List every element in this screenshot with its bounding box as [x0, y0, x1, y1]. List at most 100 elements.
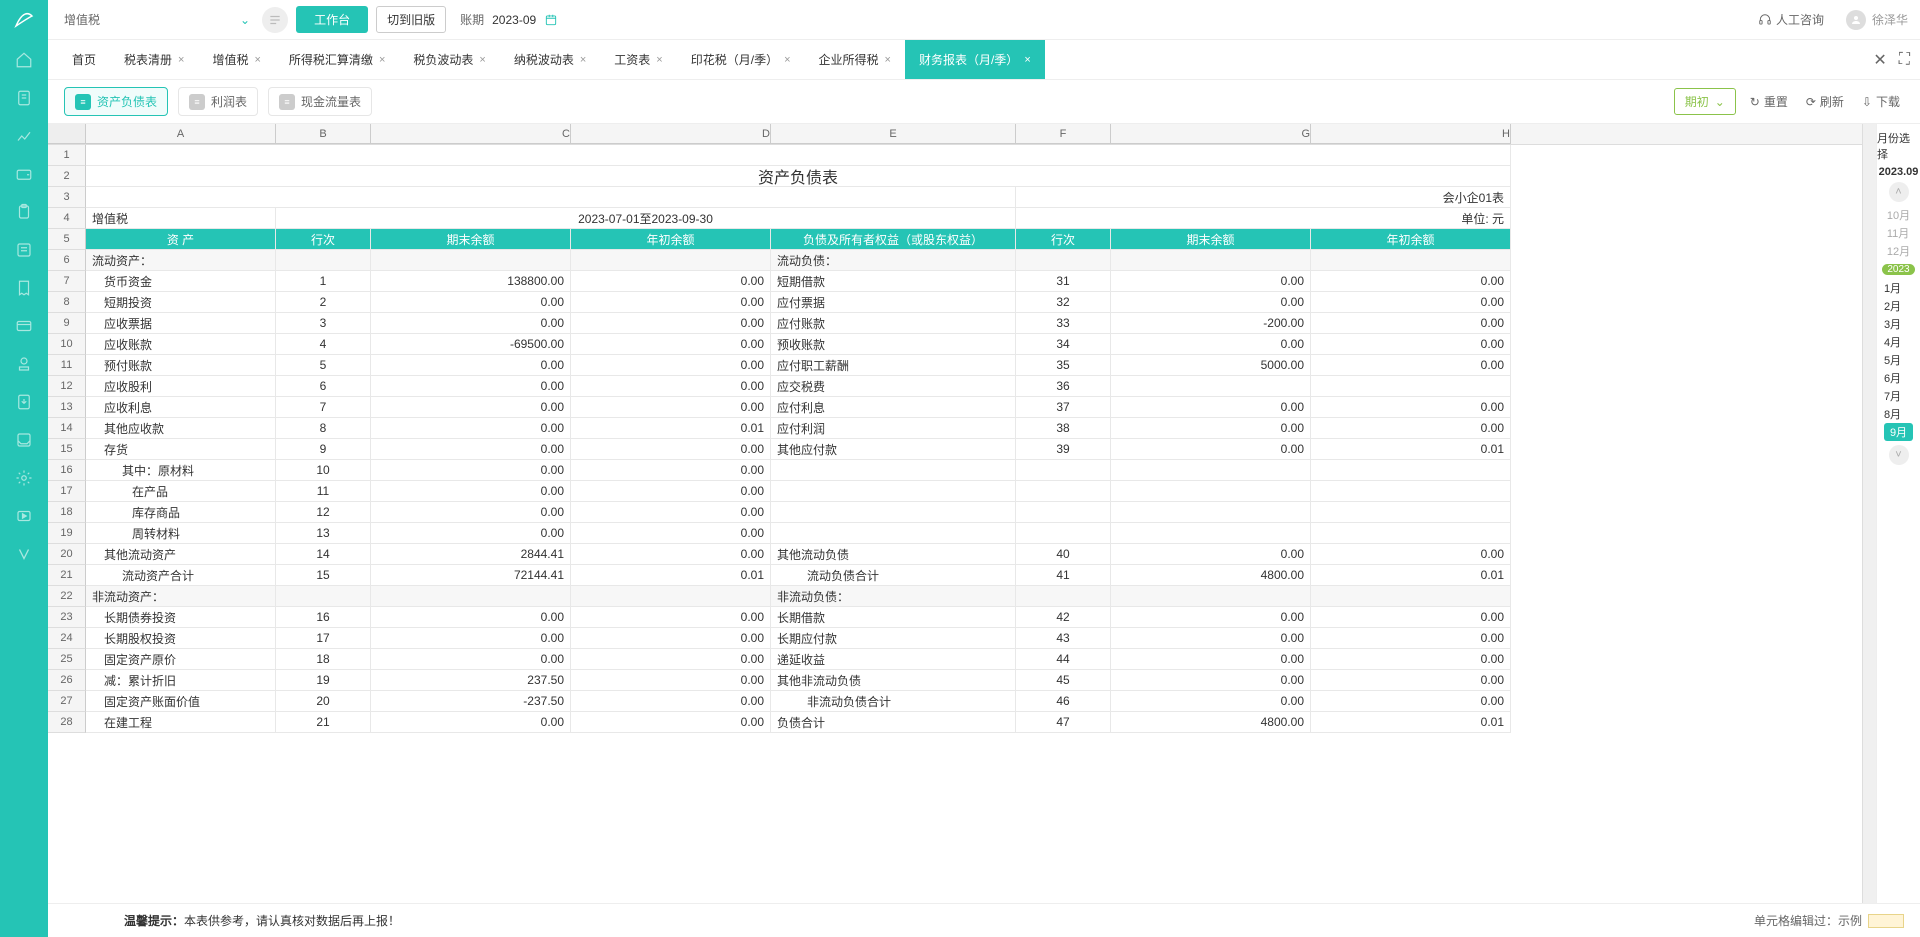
cell[interactable]: 2844.41: [371, 544, 571, 565]
cell[interactable]: 0.00: [1111, 439, 1311, 460]
cell[interactable]: 5000.00: [1111, 355, 1311, 376]
cell[interactable]: [1111, 460, 1311, 481]
subtab[interactable]: ≡利润表: [178, 87, 258, 116]
cell[interactable]: 0.00: [1311, 607, 1511, 628]
cell[interactable]: [1111, 250, 1311, 271]
cell[interactable]: 0.00: [571, 397, 771, 418]
row-header[interactable]: 18: [48, 502, 86, 523]
workspace-button[interactable]: 工作台: [296, 6, 368, 33]
cell[interactable]: [1311, 250, 1511, 271]
cell[interactable]: 0.00: [571, 460, 771, 481]
month-item[interactable]: 6月: [1884, 369, 1913, 387]
cell[interactable]: [1311, 376, 1511, 397]
cell[interactable]: [771, 502, 1016, 523]
cell[interactable]: 0.00: [571, 670, 771, 691]
nav-receipt-icon[interactable]: [14, 278, 34, 298]
cell[interactable]: 0.00: [1311, 355, 1511, 376]
month-item[interactable]: 3月: [1884, 315, 1913, 333]
sheet-title[interactable]: 资产负债表: [86, 166, 1511, 187]
cell[interactable]: 12: [276, 502, 371, 523]
cell[interactable]: [1311, 586, 1511, 607]
cell[interactable]: 非流动资产：: [86, 586, 276, 607]
cell[interactable]: [571, 250, 771, 271]
cell[interactable]: 14: [276, 544, 371, 565]
cell[interactable]: 0.00: [371, 523, 571, 544]
cell[interactable]: 货币资金: [86, 271, 276, 292]
row-header[interactable]: 10: [48, 334, 86, 355]
col-header[interactable]: B: [276, 124, 371, 144]
nav-v-icon[interactable]: [14, 544, 34, 564]
cell[interactable]: 其他非流动负债: [771, 670, 1016, 691]
cell[interactable]: [1016, 250, 1111, 271]
reset-button[interactable]: ↻ 重置: [1746, 93, 1792, 110]
cell[interactable]: -200.00: [1111, 313, 1311, 334]
row-header[interactable]: 25: [48, 649, 86, 670]
cell[interactable]: 固定资产账面价值: [86, 691, 276, 712]
cell[interactable]: 0.00: [1311, 628, 1511, 649]
nav-card-icon[interactable]: [14, 316, 34, 336]
tab[interactable]: 所得税汇算清缴×: [275, 40, 399, 79]
cell[interactable]: 短期投资: [86, 292, 276, 313]
calendar-icon[interactable]: [544, 13, 558, 27]
cell[interactable]: 0.00: [571, 523, 771, 544]
cell[interactable]: 0.00: [1311, 334, 1511, 355]
nav-stamp-icon[interactable]: [14, 354, 34, 374]
cell[interactable]: 0.00: [571, 544, 771, 565]
cell[interactable]: 0.00: [1311, 670, 1511, 691]
cell[interactable]: 21: [276, 712, 371, 733]
cell[interactable]: 其中：原材料: [86, 460, 276, 481]
cell[interactable]: 46: [1016, 691, 1111, 712]
cell[interactable]: 0.00: [571, 481, 771, 502]
row-header[interactable]: 24: [48, 628, 86, 649]
cell[interactable]: 72144.41: [371, 565, 571, 586]
cell[interactable]: 11: [276, 481, 371, 502]
cell[interactable]: 其他流动资产: [86, 544, 276, 565]
cell[interactable]: 38: [1016, 418, 1111, 439]
cell[interactable]: 7: [276, 397, 371, 418]
close-icon[interactable]: ×: [178, 54, 184, 66]
cell[interactable]: 42: [1016, 607, 1111, 628]
refresh-button[interactable]: ⟳ 刷新: [1802, 93, 1848, 110]
cell[interactable]: 19: [276, 670, 371, 691]
cell[interactable]: 0.00: [1311, 649, 1511, 670]
close-icon[interactable]: ×: [479, 54, 485, 66]
cell[interactable]: 33: [1016, 313, 1111, 334]
close-icon[interactable]: ×: [580, 54, 586, 66]
row-header[interactable]: 6: [48, 250, 86, 271]
row-header[interactable]: 21: [48, 565, 86, 586]
cell[interactable]: 15: [276, 565, 371, 586]
nav-doc-icon[interactable]: [14, 88, 34, 108]
cell[interactable]: 5: [276, 355, 371, 376]
cell[interactable]: 短期借款: [771, 271, 1016, 292]
period-init-dropdown[interactable]: 期初 ⌄: [1674, 88, 1736, 115]
cell[interactable]: 0.00: [571, 649, 771, 670]
cell[interactable]: 应付账款: [771, 313, 1016, 334]
cell[interactable]: 35: [1016, 355, 1111, 376]
header-cell[interactable]: 年初余额: [1311, 229, 1511, 250]
tab[interactable]: 企业所得税×: [805, 40, 905, 79]
nav-chart-icon[interactable]: [14, 126, 34, 146]
cell[interactable]: 非流动负债：: [771, 586, 1016, 607]
month-item[interactable]: 1月: [1884, 279, 1913, 297]
tab[interactable]: 税表清册×: [110, 40, 198, 79]
support-link[interactable]: 人工咨询: [1758, 11, 1824, 28]
col-header[interactable]: E: [771, 124, 1016, 144]
cell[interactable]: 减：累计折旧: [86, 670, 276, 691]
cell[interactable]: 9: [276, 439, 371, 460]
cell[interactable]: 0.00: [371, 418, 571, 439]
close-icon[interactable]: ×: [254, 54, 260, 66]
tab[interactable]: 首页: [58, 40, 110, 79]
cell[interactable]: 6: [276, 376, 371, 397]
tabs-close-all-icon[interactable]: ✕: [1873, 50, 1886, 70]
cell[interactable]: 非流动负债合计: [771, 691, 1016, 712]
cell[interactable]: 0.00: [571, 691, 771, 712]
cell[interactable]: [276, 586, 371, 607]
cell[interactable]: 0.00: [371, 397, 571, 418]
cell[interactable]: 库存商品: [86, 502, 276, 523]
cell[interactable]: 36: [1016, 376, 1111, 397]
cell[interactable]: [771, 481, 1016, 502]
cell[interactable]: 应收账款: [86, 334, 276, 355]
cell[interactable]: 应付职工薪酬: [771, 355, 1016, 376]
cell[interactable]: 0.00: [1111, 418, 1311, 439]
cell[interactable]: 长期应付款: [771, 628, 1016, 649]
